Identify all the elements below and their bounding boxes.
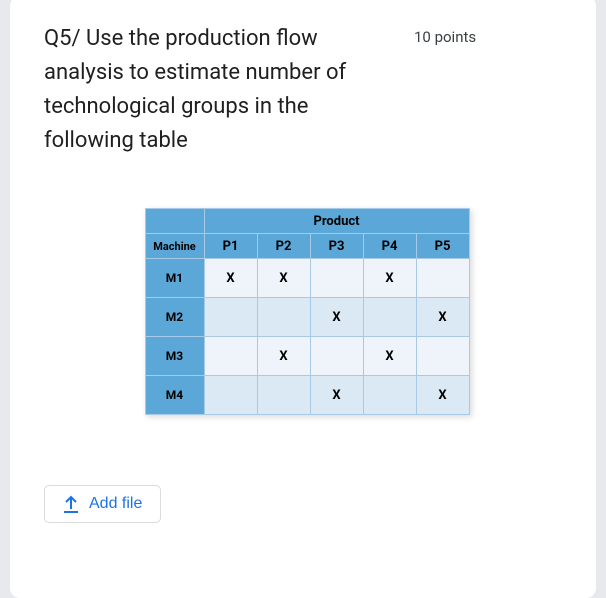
- table-row: M3 X X: [145, 337, 469, 376]
- cell: [204, 337, 257, 376]
- col-p5: P5: [416, 234, 469, 259]
- question-card: Q5/ Use the production flow analysis to …: [10, 0, 596, 598]
- question-text: Q5/ Use the production flow analysis to …: [44, 22, 394, 158]
- cell: [204, 298, 257, 337]
- cell: [363, 298, 416, 337]
- add-file-button[interactable]: Add file: [44, 485, 161, 523]
- table-row: Machine P1 P2 P3 P4 P5: [145, 234, 469, 259]
- add-file-label: Add file: [89, 495, 142, 513]
- col-p1: P1: [204, 234, 257, 259]
- question-points: 10 points: [414, 22, 476, 46]
- cell: X: [257, 337, 310, 376]
- cell: [204, 376, 257, 415]
- col-p4: P4: [363, 234, 416, 259]
- cell: X: [363, 259, 416, 298]
- cell: X: [310, 376, 363, 415]
- cell: X: [416, 298, 469, 337]
- cell: X: [416, 376, 469, 415]
- row-m2: M2: [145, 298, 204, 337]
- cell: [310, 259, 363, 298]
- cell: [257, 376, 310, 415]
- table-row: Product: [145, 209, 469, 234]
- cell: [363, 376, 416, 415]
- cell: [416, 337, 469, 376]
- row-m1: M1: [145, 259, 204, 298]
- cell: [310, 337, 363, 376]
- product-header: Product: [204, 209, 469, 234]
- table-row: M2 X X: [145, 298, 469, 337]
- cell: X: [257, 259, 310, 298]
- corner-cell: [145, 209, 204, 234]
- table-row: M4 X X: [145, 376, 469, 415]
- row-m3: M3: [145, 337, 204, 376]
- production-table: Product Machine P1 P2 P3 P4 P5 M1 X X X …: [145, 208, 470, 415]
- cell: [257, 298, 310, 337]
- upload-icon: [63, 495, 79, 513]
- col-p3: P3: [310, 234, 363, 259]
- machine-header: Machine: [145, 234, 204, 259]
- question-header-row: Q5/ Use the production flow analysis to …: [44, 22, 570, 158]
- cell: X: [310, 298, 363, 337]
- col-p2: P2: [257, 234, 310, 259]
- cell: X: [363, 337, 416, 376]
- cell: [416, 259, 469, 298]
- table-container: Product Machine P1 P2 P3 P4 P5 M1 X X X …: [44, 208, 570, 415]
- table-row: M1 X X X: [145, 259, 469, 298]
- row-m4: M4: [145, 376, 204, 415]
- cell: X: [204, 259, 257, 298]
